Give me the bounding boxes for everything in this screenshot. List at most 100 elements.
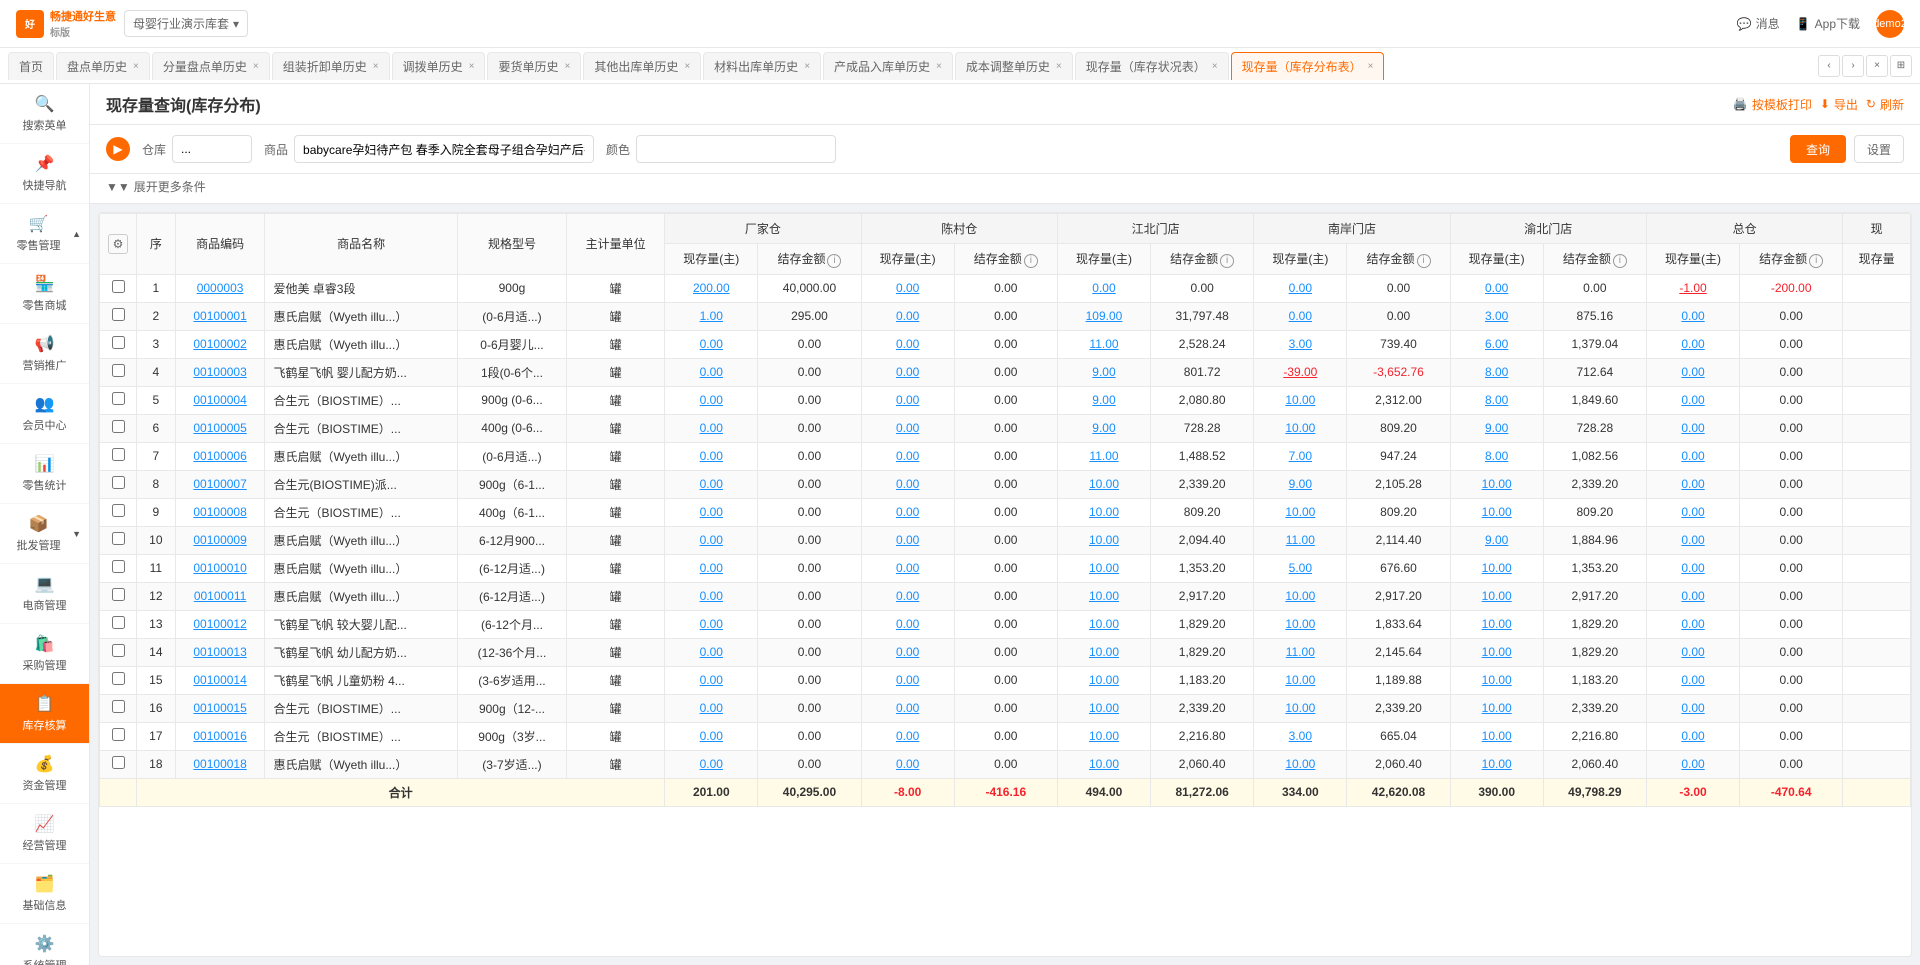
row-nanan-qty[interactable]: 10.00: [1254, 694, 1347, 722]
row-chen-qty[interactable]: 0.00: [861, 498, 954, 526]
row-chen-qty[interactable]: 0.00: [861, 442, 954, 470]
row-checkbox[interactable]: [100, 330, 137, 358]
sidebar-item-ecommerce[interactable]: 💻 电商管理: [0, 564, 89, 624]
row-checkbox[interactable]: [100, 414, 137, 442]
row-jiangbei-qty[interactable]: 10.00: [1057, 526, 1150, 554]
row-chen-qty[interactable]: 0.00: [861, 638, 954, 666]
row-nanan-qty[interactable]: 0.00: [1254, 274, 1347, 302]
row-total-qty[interactable]: 0.00: [1646, 610, 1739, 638]
info-icon[interactable]: i: [1024, 254, 1038, 268]
row-yubei-qty[interactable]: 10.00: [1450, 554, 1543, 582]
sidebar-item-purchase[interactable]: 🛍️ 采购管理: [0, 624, 89, 684]
col-gear[interactable]: ⚙: [100, 214, 137, 275]
row-code[interactable]: 00100003: [175, 358, 265, 386]
row-code[interactable]: 00100014: [175, 666, 265, 694]
row-chen-qty[interactable]: 0.00: [861, 554, 954, 582]
row-checkbox[interactable]: [100, 610, 137, 638]
row-factory-qty[interactable]: 0.00: [665, 386, 758, 414]
row-code[interactable]: 00100007: [175, 470, 265, 498]
row-factory-qty[interactable]: 200.00: [665, 274, 758, 302]
settings-btn[interactable]: 设置: [1854, 135, 1904, 163]
row-code[interactable]: 00100018: [175, 750, 265, 778]
tab-stock-status[interactable]: 现存量（库存状况表） ×: [1075, 52, 1229, 80]
row-chen-qty[interactable]: 0.00: [861, 386, 954, 414]
row-nanan-qty[interactable]: -39.00: [1254, 358, 1347, 386]
row-yubei-qty[interactable]: 8.00: [1450, 358, 1543, 386]
row-nanan-qty[interactable]: 9.00: [1254, 470, 1347, 498]
row-chen-qty[interactable]: 0.00: [861, 330, 954, 358]
goods-input[interactable]: [294, 135, 594, 163]
tab-prev-btn[interactable]: ‹: [1818, 55, 1840, 77]
query-btn[interactable]: 查询: [1790, 135, 1846, 163]
row-yubei-qty[interactable]: 9.00: [1450, 414, 1543, 442]
tab-close-icon[interactable]: ×: [564, 61, 570, 72]
tab-close-icon[interactable]: ×: [1212, 61, 1218, 72]
row-checkbox[interactable]: [100, 666, 137, 694]
row-checkbox[interactable]: [100, 386, 137, 414]
row-checkbox[interactable]: [100, 498, 137, 526]
row-yubei-qty[interactable]: 3.00: [1450, 302, 1543, 330]
info-icon[interactable]: i: [1613, 254, 1627, 268]
row-chen-qty[interactable]: 0.00: [861, 302, 954, 330]
row-code[interactable]: 00100015: [175, 694, 265, 722]
row-jiangbei-qty[interactable]: 10.00: [1057, 694, 1150, 722]
user-area[interactable]: demo2: [1876, 10, 1904, 38]
row-jiangbei-qty[interactable]: 9.00: [1057, 386, 1150, 414]
tab-close-all-btn[interactable]: ×: [1866, 55, 1888, 77]
row-code[interactable]: 00100005: [175, 414, 265, 442]
gear-icon[interactable]: ⚙: [108, 234, 128, 254]
tab-close-icon[interactable]: ×: [133, 61, 139, 72]
row-jiangbei-qty[interactable]: 10.00: [1057, 554, 1150, 582]
row-total-qty[interactable]: 0.00: [1646, 526, 1739, 554]
tab-close-icon[interactable]: ×: [684, 61, 690, 72]
row-chen-qty[interactable]: 0.00: [861, 722, 954, 750]
sidebar-item-basic[interactable]: 🗂️ 基础信息: [0, 864, 89, 924]
row-yubei-qty[interactable]: 8.00: [1450, 386, 1543, 414]
row-jiangbei-qty[interactable]: 109.00: [1057, 302, 1150, 330]
color-input[interactable]: [636, 135, 836, 163]
row-yubei-qty[interactable]: 0.00: [1450, 274, 1543, 302]
row-chen-qty[interactable]: 0.00: [861, 470, 954, 498]
row-factory-qty[interactable]: 0.00: [665, 554, 758, 582]
row-total-qty[interactable]: 0.00: [1646, 722, 1739, 750]
tab-close-icon[interactable]: ×: [1056, 61, 1062, 72]
tab-close-icon[interactable]: ×: [936, 61, 942, 72]
row-factory-qty[interactable]: 0.00: [665, 498, 758, 526]
row-nanan-qty[interactable]: 11.00: [1254, 526, 1347, 554]
row-jiangbei-qty[interactable]: 0.00: [1057, 274, 1150, 302]
row-factory-qty[interactable]: 0.00: [665, 526, 758, 554]
row-checkbox[interactable]: [100, 442, 137, 470]
warehouse-input[interactable]: [172, 135, 252, 163]
row-factory-qty[interactable]: 0.00: [665, 638, 758, 666]
row-checkbox[interactable]: [100, 526, 137, 554]
sidebar-item-search[interactable]: 🔍 搜索英单: [0, 84, 89, 144]
message-btn[interactable]: 💬 消息: [1737, 15, 1780, 32]
row-yubei-qty[interactable]: 10.00: [1450, 750, 1543, 778]
app-download-btn[interactable]: 📱 App下载: [1796, 15, 1860, 32]
row-total-qty[interactable]: 0.00: [1646, 694, 1739, 722]
row-jiangbei-qty[interactable]: 10.00: [1057, 582, 1150, 610]
row-yubei-qty[interactable]: 10.00: [1450, 582, 1543, 610]
tab-close-icon[interactable]: ×: [1368, 61, 1374, 72]
row-jiangbei-qty[interactable]: 10.00: [1057, 638, 1150, 666]
row-jiangbei-qty[interactable]: 10.00: [1057, 610, 1150, 638]
sidebar-item-retail-mgmt[interactable]: 🛒 零售管理 ▲: [0, 204, 89, 264]
store-selector[interactable]: 母婴行业演示库套 ▾: [124, 10, 248, 37]
row-total-qty[interactable]: 0.00: [1646, 414, 1739, 442]
row-factory-qty[interactable]: 0.00: [665, 414, 758, 442]
tab-transfer[interactable]: 调拨单历史 ×: [392, 52, 486, 80]
export-btn[interactable]: ⬇ 导出: [1820, 96, 1858, 113]
print-btn[interactable]: 🖨️ 按模板打印: [1733, 96, 1812, 113]
sidebar-item-member[interactable]: 👥 会员中心: [0, 384, 89, 444]
row-nanan-qty[interactable]: 10.00: [1254, 582, 1347, 610]
row-jiangbei-qty[interactable]: 10.00: [1057, 470, 1150, 498]
expand-filter-btn[interactable]: ▼▼ 展开更多条件: [106, 178, 206, 195]
row-nanan-qty[interactable]: 3.00: [1254, 722, 1347, 750]
row-chen-qty[interactable]: 0.00: [861, 526, 954, 554]
tab-next-btn[interactable]: ›: [1842, 55, 1864, 77]
row-checkbox[interactable]: [100, 358, 137, 386]
row-nanan-qty[interactable]: 0.00: [1254, 302, 1347, 330]
row-nanan-qty[interactable]: 11.00: [1254, 638, 1347, 666]
row-chen-qty[interactable]: 0.00: [861, 610, 954, 638]
row-total-qty[interactable]: 0.00: [1646, 442, 1739, 470]
